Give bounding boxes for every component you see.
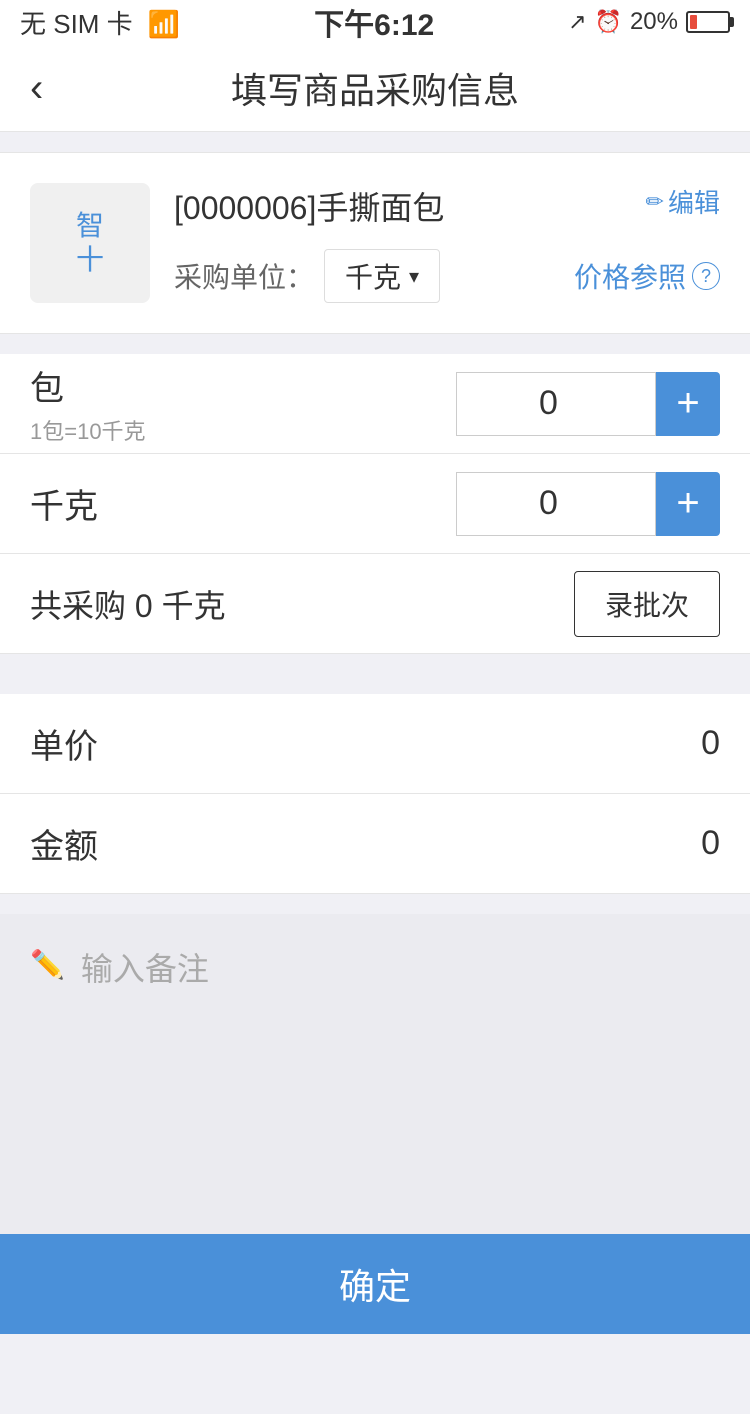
note-placeholder: 输入备注 bbox=[81, 944, 209, 990]
page-title: 填写商品采购信息 bbox=[231, 62, 519, 114]
unit-select[interactable]: 千克 ▾ bbox=[324, 249, 440, 303]
kg-number-input[interactable] bbox=[456, 472, 656, 536]
alarm-icon: ⏰ bbox=[595, 9, 622, 35]
battery-text: 20% bbox=[630, 8, 678, 36]
product-top: [0000006]手撕面包 ✏ 编辑 bbox=[174, 183, 720, 229]
help-icon: ? bbox=[692, 262, 720, 290]
kg-plus-button[interactable]: + bbox=[656, 472, 720, 536]
pencil-icon: ✏️ bbox=[30, 948, 65, 981]
unit-price-label: 单价 bbox=[30, 719, 98, 768]
price-section: 单价 0 金额 0 bbox=[0, 694, 750, 894]
summary-row: 共采购 0 千克 录批次 bbox=[0, 554, 750, 654]
status-right: ↗ ⏰ 20% bbox=[568, 8, 730, 36]
kg-input-control: + bbox=[456, 472, 720, 536]
unit-label: 采购单位： bbox=[174, 256, 314, 296]
unit-price-value: 0 bbox=[701, 724, 720, 763]
amount-row: 金额 0 bbox=[0, 794, 750, 894]
pack-input-control: + bbox=[456, 372, 720, 436]
back-button[interactable]: ‹ bbox=[30, 68, 43, 108]
battery-indicator bbox=[686, 11, 730, 33]
confirm-button[interactable]: 确定 bbox=[0, 1234, 750, 1334]
pack-input-row: 包 1包=10千克 + bbox=[0, 354, 750, 454]
summary-text: 共采购 0 千克 bbox=[30, 581, 226, 627]
dropdown-icon: ▾ bbox=[409, 264, 419, 289]
pack-label: 包 1包=10千克 bbox=[30, 361, 150, 446]
product-name: [0000006]手撕面包 bbox=[174, 183, 444, 229]
pack-plus-button[interactable]: + bbox=[656, 372, 720, 436]
location-icon: ↗ bbox=[568, 9, 586, 35]
unit-price-row: 单价 0 bbox=[0, 694, 750, 794]
amount-value: 0 bbox=[701, 824, 720, 863]
amount-label: 金额 bbox=[30, 819, 98, 868]
nav-bar: ‹ 填写商品采购信息 bbox=[0, 44, 750, 132]
edit-button[interactable]: ✏ 编辑 bbox=[646, 183, 720, 220]
divider-2 bbox=[0, 654, 750, 674]
status-time: 下午6:12 bbox=[314, 0, 434, 44]
product-logo: 智 十 bbox=[76, 209, 104, 276]
divider-1 bbox=[0, 334, 750, 354]
product-unit-row: 采购单位： 千克 ▾ 价格参照 ? bbox=[174, 249, 720, 303]
product-image: 智 十 bbox=[30, 183, 150, 303]
wifi-icon: 📶 bbox=[148, 9, 180, 39]
product-info: [0000006]手撕面包 ✏ 编辑 采购单位： 千克 ▾ 价格参照 ? bbox=[174, 183, 720, 303]
pack-number-input[interactable] bbox=[456, 372, 656, 436]
record-batch-button[interactable]: 录批次 bbox=[574, 571, 720, 637]
status-sim: 无 SIM 卡 📶 bbox=[20, 4, 180, 41]
status-bar: 无 SIM 卡 📶 下午6:12 ↗ ⏰ 20% bbox=[0, 0, 750, 44]
price-ref-button[interactable]: 价格参照 ? bbox=[574, 256, 720, 296]
kg-label: 千克 bbox=[30, 479, 150, 528]
product-card: 智 十 [0000006]手撕面包 ✏ 编辑 采购单位： 千克 ▾ 价格参照 bbox=[0, 152, 750, 334]
kg-input-row: 千克 + bbox=[0, 454, 750, 554]
input-section: 包 1包=10千克 + 千克 + 共采购 0 千克 录批次 bbox=[0, 354, 750, 654]
